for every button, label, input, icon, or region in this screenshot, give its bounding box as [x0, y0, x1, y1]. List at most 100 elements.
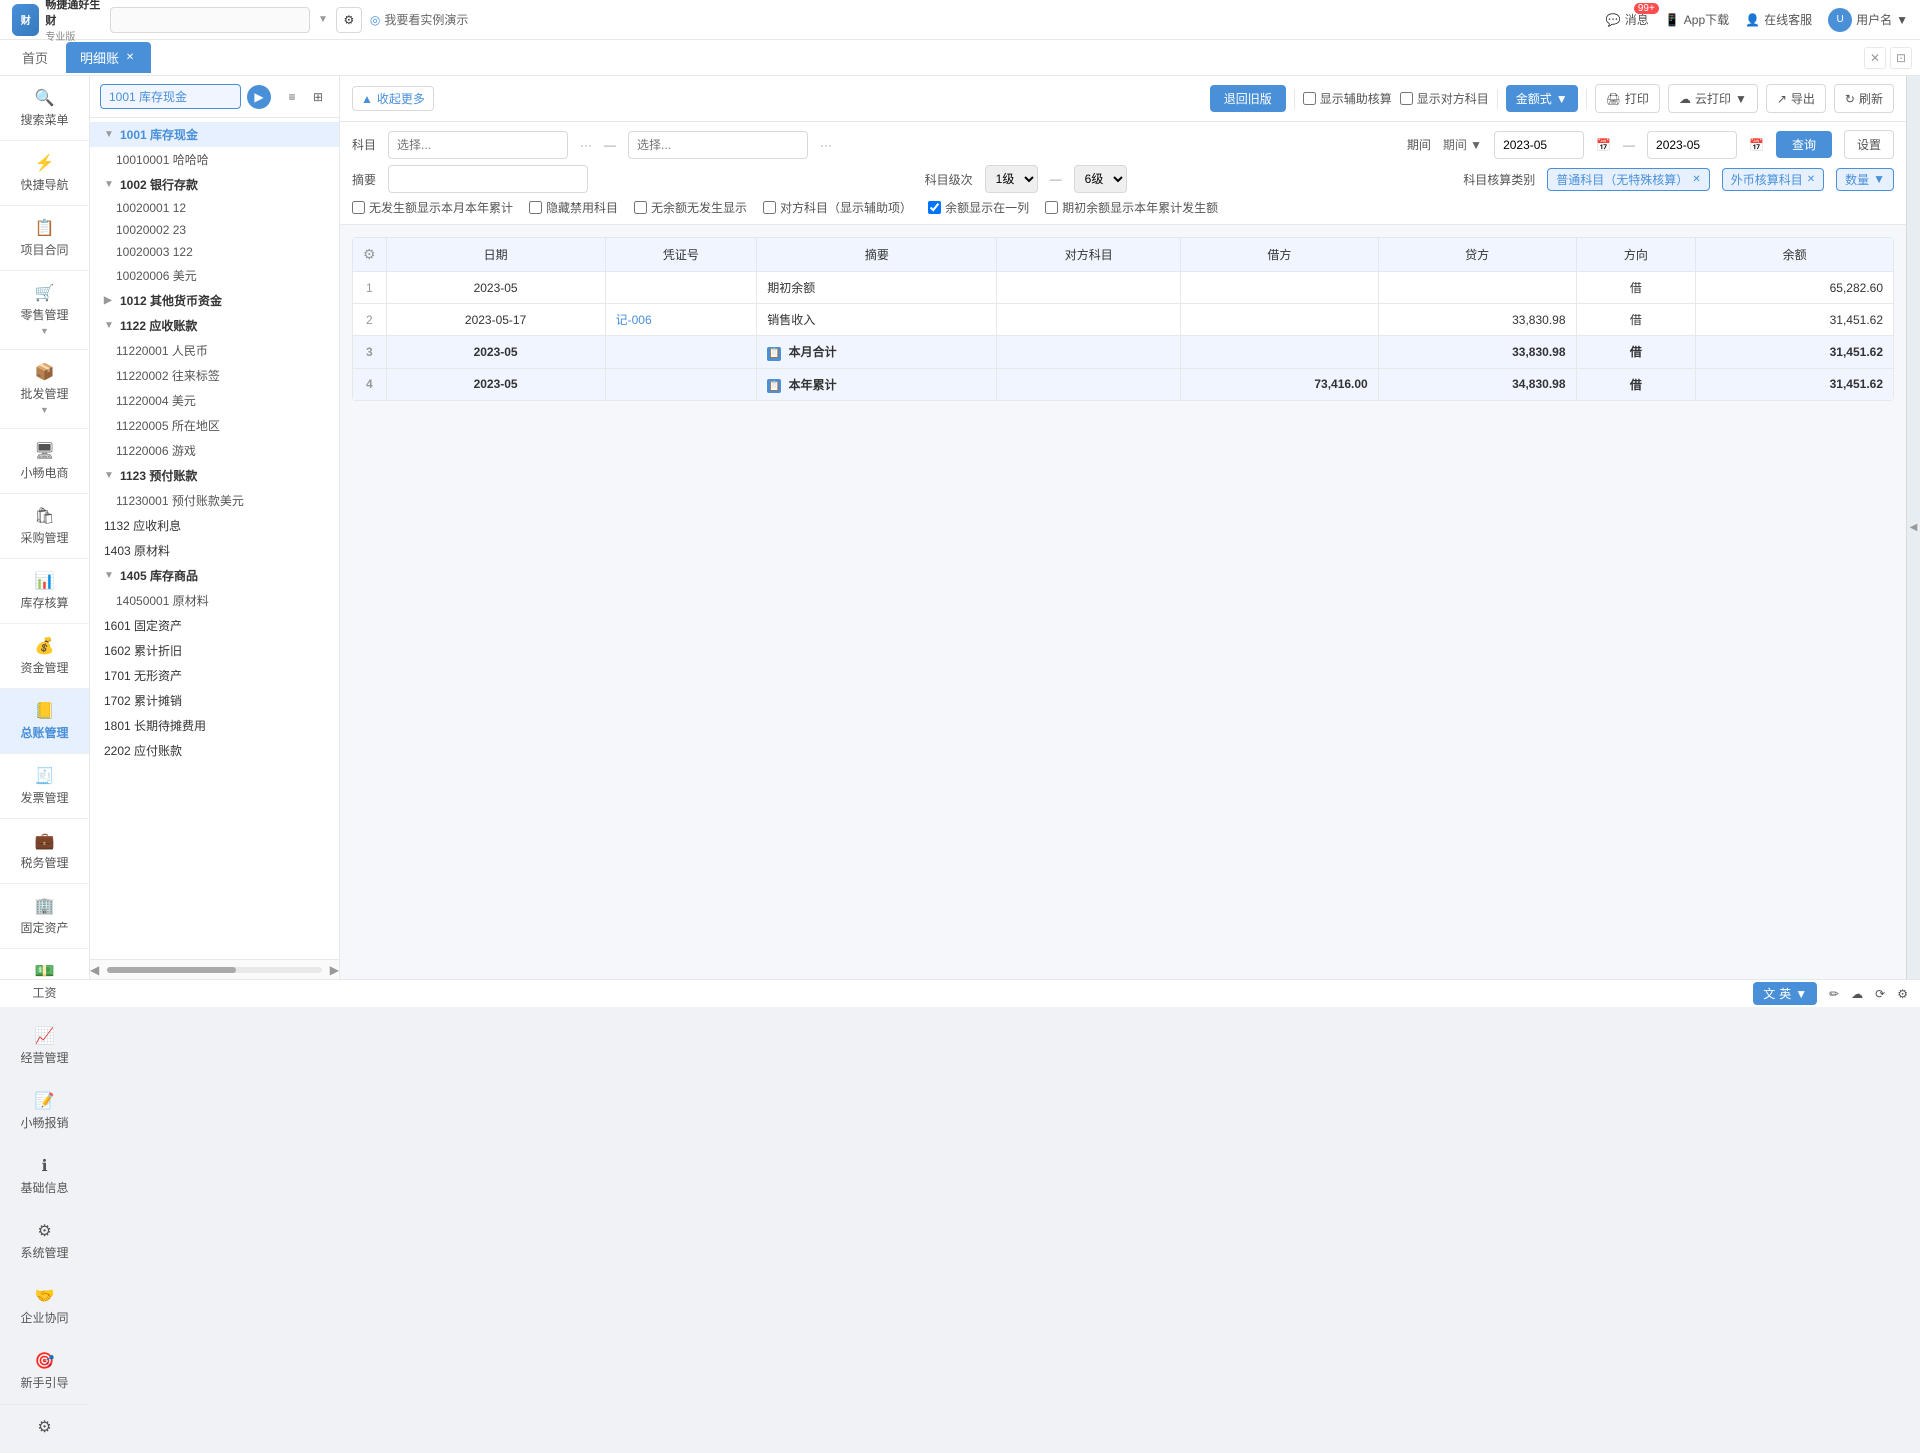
col-gear[interactable]: ⚙	[353, 238, 387, 272]
return-old-version-button[interactable]: 退回旧版	[1210, 85, 1286, 112]
summary-input[interactable]	[388, 165, 588, 193]
tree-node-1403[interactable]: 1403 原材料	[90, 538, 339, 563]
sidebar-item-salary[interactable]: 💵 工资	[0, 949, 89, 1014]
sidebar-item-retail[interactable]: 🛒 零售管理 ▼	[0, 271, 89, 350]
sidebar-item-tax[interactable]: 💼 税务管理	[0, 819, 89, 884]
lang-switch-button[interactable]: 文 英 ▼	[1753, 982, 1817, 1005]
tree-node-1001[interactable]: ▼ 1001 库存现金	[90, 122, 339, 147]
status-cloud-icon[interactable]: ☁	[1851, 987, 1863, 1001]
subject-filter-input[interactable]	[388, 131, 568, 159]
sidebar-item-sysadmin[interactable]: ⚙ 系统管理	[0, 1209, 89, 1274]
tree-node-11230001[interactable]: 11230001 预付账款美元	[90, 488, 339, 513]
tree-node-1601[interactable]: 1601 固定资产	[90, 613, 339, 638]
tree-node-11220004[interactable]: 11220004 美元	[90, 388, 339, 413]
demo-link[interactable]: ◎ 我要看实例演示	[370, 11, 469, 28]
window-close-button[interactable]: ✕	[1864, 47, 1886, 69]
right-panel-toggle[interactable]: ◀	[1906, 76, 1920, 979]
tree-node-1405[interactable]: ▼ 1405 库存商品	[90, 563, 339, 588]
cb-opening-ytd[interactable]: 期初余额显示本年累计发生额	[1045, 199, 1218, 216]
tree-node-11220005[interactable]: 11220005 所在地区	[90, 413, 339, 438]
show-opposite-checkbox[interactable]: 显示对方科目	[1400, 90, 1489, 107]
tree-nav-button[interactable]: ▶	[247, 85, 271, 109]
cb-hide-disabled[interactable]: 隐藏禁用科目	[529, 199, 618, 216]
cb-no-balance[interactable]: 无发生额显示本月本年累计	[352, 199, 513, 216]
sidebar-item-project[interactable]: 📋 项目合同	[0, 206, 89, 271]
tree-node-11220002[interactable]: 11220002 往来标签	[90, 363, 339, 388]
show-aux-calc-input[interactable]	[1303, 92, 1316, 105]
tree-node-1801[interactable]: 1801 长期待摊费用	[90, 713, 339, 738]
status-settings-icon[interactable]: ⚙	[1897, 987, 1908, 1001]
sidebar-item-purchase[interactable]: 🛍 采购管理	[0, 494, 89, 559]
tree-selected-account[interactable]: 1001 库存现金	[100, 84, 241, 109]
tree-node-1122[interactable]: ▼ 1122 应收账款	[90, 313, 339, 338]
subject-calc-tag1-close[interactable]: ✕	[1692, 174, 1700, 185]
search-dropdown-icon[interactable]: ▼	[318, 14, 328, 25]
window-restore-button[interactable]: ⊡	[1890, 47, 1912, 69]
period-end-input[interactable]	[1647, 131, 1737, 159]
status-sync-icon[interactable]: ⟳	[1875, 987, 1885, 1001]
cb-opening-ytd-input[interactable]	[1045, 201, 1058, 214]
sidebar-item-bottom-settings[interactable]: ⚙	[0, 1405, 89, 1453]
subject-calc-tag1[interactable]: 普通科目（无特殊核算） ✕	[1547, 168, 1709, 191]
tree-node-10020003[interactable]: 10020003 122	[90, 241, 339, 263]
tree-list-icon[interactable]: ≡	[281, 86, 303, 108]
sidebar-item-invoice[interactable]: 🧾 发票管理	[0, 754, 89, 819]
tree-node-10010001[interactable]: 10010001 哈哈哈	[90, 147, 339, 172]
online-service-button[interactable]: 👤 在线客服	[1745, 11, 1812, 28]
messages-button[interactable]: 💬 消息 99+	[1606, 11, 1649, 28]
period-cal-icon2[interactable]: 📅	[1749, 138, 1764, 152]
cb-balance-one-col[interactable]: 余额显示在一列	[928, 199, 1029, 216]
cloud-print-button[interactable]: ☁ 云打印 ▼	[1668, 84, 1758, 113]
subject-calc-tag2-close[interactable]: ✕	[1807, 174, 1815, 185]
sidebar-item-basics[interactable]: ℹ 基础信息	[0, 1144, 89, 1209]
app-download-button[interactable]: 📱 App下载	[1665, 11, 1729, 28]
tree-node-11220006[interactable]: 11220006 游戏	[90, 438, 339, 463]
subject-level-from-select[interactable]: 1级2级3级	[985, 165, 1038, 193]
voucher-link-2[interactable]: 记-006	[616, 313, 652, 327]
filter-settings-button[interactable]: 设置	[1844, 130, 1894, 159]
period-type-select[interactable]: 期间 ▼	[1443, 136, 1482, 153]
sidebar-item-search[interactable]: 🔍 搜索菜单	[0, 76, 89, 141]
tab-home[interactable]: 首页	[8, 42, 62, 73]
sidebar-item-wholesale[interactable]: 📦 批发管理 ▼	[0, 350, 89, 429]
search-button[interactable]: 查询	[1776, 131, 1832, 158]
tree-node-1002[interactable]: ▼ 1002 银行存款	[90, 172, 339, 197]
sidebar-item-quicknav[interactable]: ⚡ 快捷导航	[0, 141, 89, 206]
refresh-button[interactable]: ↻ 刷新	[1834, 84, 1894, 113]
format-button[interactable]: 金额式 ▼	[1506, 85, 1578, 112]
sidebar-item-inventory[interactable]: 📊 库存核算	[0, 559, 89, 624]
tree-scroll-right[interactable]: ▶	[330, 963, 339, 977]
sidebar-item-assets[interactable]: 🏢 固定资产	[0, 884, 89, 949]
settings-gear-button[interactable]: ⚙	[336, 7, 362, 33]
subject-filter-input2[interactable]	[628, 131, 808, 159]
cb-opposite-subject[interactable]: 对方科目（显示辅助项）	[763, 199, 912, 216]
tab-ledger-close[interactable]: ✕	[123, 51, 137, 65]
tree-node-10020001[interactable]: 10020001 12	[90, 197, 339, 219]
period-start-input[interactable]	[1494, 131, 1584, 159]
sidebar-item-expense[interactable]: 📝 小畅报销	[0, 1079, 89, 1144]
cb-no-balance-no-activity-input[interactable]	[634, 201, 647, 214]
tree-node-10020006[interactable]: 10020006 美元	[90, 263, 339, 288]
tree-node-1123[interactable]: ▼ 1123 预付账款	[90, 463, 339, 488]
tree-scroll-left[interactable]: ◀	[90, 963, 99, 977]
tab-ledger[interactable]: 明细账 ✕	[66, 42, 151, 73]
cb-opposite-subject-input[interactable]	[763, 201, 776, 214]
subject-calc-tag3[interactable]: 数量 ▼	[1836, 168, 1894, 191]
cb-balance-one-col-input[interactable]	[928, 201, 941, 214]
subject-calc-tag2[interactable]: 外币核算科目 ✕	[1722, 168, 1824, 191]
tree-node-1602[interactable]: 1602 累计折旧	[90, 638, 339, 663]
tree-node-10020002[interactable]: 10020002 23	[90, 219, 339, 241]
sidebar-item-collab[interactable]: 🤝 企业协同	[0, 1274, 89, 1339]
status-edit-icon[interactable]: ✏	[1829, 987, 1839, 1001]
cb-no-balance-input[interactable]	[352, 201, 365, 214]
cb-hide-disabled-input[interactable]	[529, 201, 542, 214]
export-button[interactable]: ↗ 导出	[1766, 84, 1826, 113]
search-input[interactable]	[110, 7, 310, 33]
sidebar-item-operations[interactable]: 📈 经营管理	[0, 1014, 89, 1079]
sidebar-item-guide[interactable]: 🎯 新手引导	[0, 1339, 89, 1404]
sidebar-item-capital[interactable]: 💰 资金管理	[0, 624, 89, 689]
sidebar-item-ecommerce[interactable]: 🖥 小畅电商	[0, 429, 89, 494]
tree-node-1012[interactable]: ▶ 1012 其他货币资金	[90, 288, 339, 313]
subject-level-to-select[interactable]: 6级5级4级	[1074, 165, 1127, 193]
tree-node-1701[interactable]: 1701 无形资产	[90, 663, 339, 688]
